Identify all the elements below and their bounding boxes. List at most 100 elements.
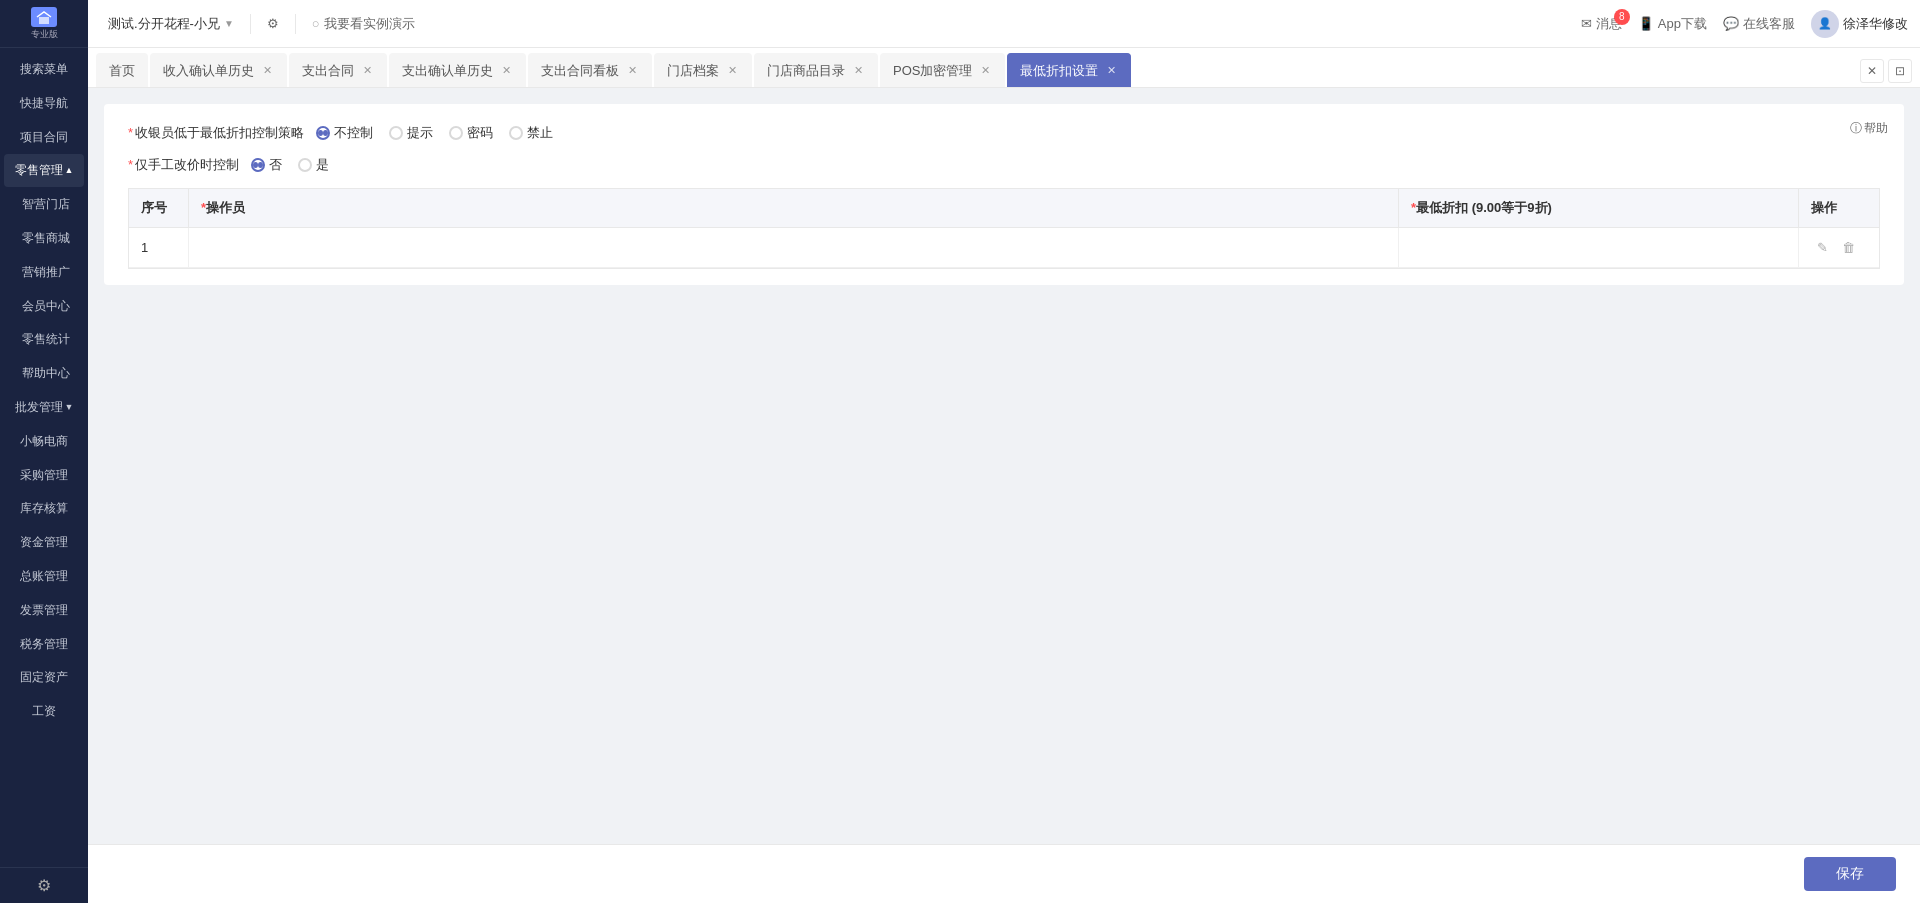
sidebar-item-project[interactable]: 项目合同 <box>4 121 84 154</box>
service-label: 在线客服 <box>1743 15 1795 33</box>
form-row-2: *仅手工改价时控制 否 是 <box>128 156 1880 174</box>
tab-pos-security-label: POS加密管理 <box>893 62 972 80</box>
sidebar-item-label: 总账管理 <box>20 568 68 585</box>
tab-min-discount-close[interactable]: ✕ <box>1104 64 1118 78</box>
settings-icon[interactable]: ⚙ <box>37 876 51 895</box>
sidebar-item-label: 资金管理 <box>20 534 68 551</box>
save-button[interactable]: 保存 <box>1804 857 1896 891</box>
avatar-icon: 👤 <box>1818 17 1832 30</box>
project-name: 测试.分开花程-小兄 <box>108 15 220 33</box>
sidebar-item-label: 搜索菜单 <box>20 61 68 78</box>
arrow-down-icon: ▼ <box>65 401 74 414</box>
sidebar-item-purchase[interactable]: 采购管理 <box>4 459 84 492</box>
arrow-up-icon: ▲ <box>65 164 74 177</box>
tab-min-discount-label: 最低折扣设置 <box>1020 62 1098 80</box>
radio-hint-label: 提示 <box>407 124 433 142</box>
topbar-settings-button[interactable]: ⚙ <box>259 10 287 38</box>
th-seq: 序号 <box>129 189 189 227</box>
demo-label: 我要看实例演示 <box>324 15 415 33</box>
logo-icon <box>31 7 57 27</box>
help-circle-icon: ⓘ <box>1850 120 1862 137</box>
tab-payment-contract[interactable]: 支出合同 ✕ <box>289 53 387 87</box>
sidebar-item-label: 工资 <box>32 703 56 720</box>
tab-payment-history-close[interactable]: ✕ <box>499 64 513 78</box>
demo-icon: ○ <box>312 16 320 31</box>
sidebar-menu: 搜索菜单 快捷导航 项目合同 零售管理 ▲ 智营门店 零售商城 营销推广 会员中… <box>0 48 88 867</box>
operator-input[interactable] <box>201 240 1386 255</box>
sidebar-item-smartstore[interactable]: 智营门店 <box>4 188 84 221</box>
demo-link[interactable]: ○ 我要看实例演示 <box>304 11 423 37</box>
row-seq: 1 <box>141 240 148 255</box>
sidebar-item-fixed[interactable]: 固定资产 <box>4 661 84 694</box>
sidebar-item-label: 小畅电商 <box>20 433 68 450</box>
svg-rect-0 <box>39 17 49 24</box>
tab-pos-security[interactable]: POS加密管理 ✕ <box>880 53 1005 87</box>
sidebar-item-marketing[interactable]: 营销推广 <box>4 256 84 289</box>
sidebar-item-label: 智营门店 <box>22 196 70 213</box>
tab-expand-button[interactable]: ⊡ <box>1888 59 1912 83</box>
tab-payment-board[interactable]: 支出合同看板 ✕ <box>528 53 652 87</box>
page-footer: 保存 <box>88 844 1920 903</box>
customer-service-button[interactable]: 💬 在线客服 <box>1723 15 1795 33</box>
radio-no-circle <box>251 158 265 172</box>
radio-no-control-label: 不控制 <box>334 124 373 142</box>
sidebar-item-quicknav[interactable]: 快捷导航 <box>4 87 84 120</box>
tab-income-history-label: 收入确认单历史 <box>163 62 254 80</box>
radio-no[interactable]: 否 <box>251 156 282 174</box>
tab-store-archive[interactable]: 门店档案 ✕ <box>654 53 752 87</box>
sidebar-item-help[interactable]: 帮助中心 <box>4 357 84 390</box>
message-icon: ✉ <box>1581 16 1592 31</box>
td-seq: 1 <box>129 228 189 267</box>
user-menu[interactable]: 👤 徐泽华修改 <box>1811 10 1908 38</box>
tab-store-catalog-close[interactable]: ✕ <box>851 64 865 78</box>
help-label: 帮助 <box>1864 120 1888 137</box>
form-card: ⓘ 帮助 *收银员低于最低折扣控制策略 不控制 提示 <box>104 104 1904 285</box>
td-actions: ✎ 🗑 <box>1799 228 1879 267</box>
topbar: 测试.分开花程-小兄 ▼ ⚙ ○ 我要看实例演示 ✉ 消息 8 📱 App下载 … <box>88 0 1920 48</box>
sidebar-item-retailmall[interactable]: 零售商城 <box>4 222 84 255</box>
tab-payment-board-close[interactable]: ✕ <box>625 64 639 78</box>
sidebar-item-label: 帮助中心 <box>22 365 70 382</box>
td-min-discount[interactable] <box>1399 228 1799 267</box>
td-operator[interactable] <box>189 228 1399 267</box>
min-discount-input[interactable] <box>1411 240 1786 255</box>
sidebar-item-ledger[interactable]: 总账管理 <box>4 560 84 593</box>
main: 测试.分开花程-小兄 ▼ ⚙ ○ 我要看实例演示 ✉ 消息 8 📱 App下载 … <box>88 0 1920 903</box>
tab-pos-security-close[interactable]: ✕ <box>978 64 992 78</box>
tab-payment-history[interactable]: 支出确认单历史 ✕ <box>389 53 526 87</box>
field2-label: *仅手工改价时控制 <box>128 156 239 174</box>
tab-income-history-close[interactable]: ✕ <box>260 64 274 78</box>
tab-store-archive-close[interactable]: ✕ <box>725 64 739 78</box>
radio-no-control[interactable]: 不控制 <box>316 124 373 142</box>
messages-button[interactable]: ✉ 消息 8 <box>1581 15 1622 33</box>
tab-min-discount[interactable]: 最低折扣设置 ✕ <box>1007 53 1131 87</box>
delete-row-button[interactable]: 🗑 <box>1837 237 1859 259</box>
sidebar-item-search[interactable]: 搜索菜单 <box>4 53 84 86</box>
app-download-button[interactable]: 📱 App下载 <box>1638 15 1707 33</box>
sidebar-item-retailstat[interactable]: 零售统计 <box>4 323 84 356</box>
sidebar-item-finance[interactable]: 资金管理 <box>4 526 84 559</box>
table-body: 1 ✎ 🗑 <box>128 227 1880 269</box>
project-selector[interactable]: 测试.分开花程-小兄 ▼ <box>100 11 242 37</box>
sidebar-item-wage[interactable]: 工资 <box>4 695 84 728</box>
sidebar-item-wholesale[interactable]: 批发管理 ▼ <box>4 391 84 424</box>
radio-ban[interactable]: 禁止 <box>509 124 553 142</box>
tab-income-history[interactable]: 收入确认单历史 ✕ <box>150 53 287 87</box>
tab-home[interactable]: 首页 <box>96 53 148 87</box>
tab-close-all-button[interactable]: ✕ <box>1860 59 1884 83</box>
edit-row-button[interactable]: ✎ <box>1811 237 1833 259</box>
tab-payment-contract-close[interactable]: ✕ <box>360 64 374 78</box>
sidebar-item-inventory[interactable]: 库存核算 <box>4 492 84 525</box>
sidebar-item-tax[interactable]: 税务管理 <box>4 628 84 661</box>
tab-store-catalog[interactable]: 门店商品目录 ✕ <box>754 53 878 87</box>
sidebar-item-ecom[interactable]: 小畅电商 <box>4 425 84 458</box>
sidebar-item-member[interactable]: 会员中心 <box>4 290 84 323</box>
help-button[interactable]: ⓘ 帮助 <box>1850 120 1888 137</box>
sidebar-item-invoice[interactable]: 发票管理 <box>4 594 84 627</box>
sidebar-item-retail[interactable]: 零售管理 ▲ <box>4 154 84 187</box>
radio-hint-circle <box>389 126 403 140</box>
radio-hint[interactable]: 提示 <box>389 124 433 142</box>
sidebar-item-label: 税务管理 <box>20 636 68 653</box>
radio-yes[interactable]: 是 <box>298 156 329 174</box>
radio-password[interactable]: 密码 <box>449 124 493 142</box>
